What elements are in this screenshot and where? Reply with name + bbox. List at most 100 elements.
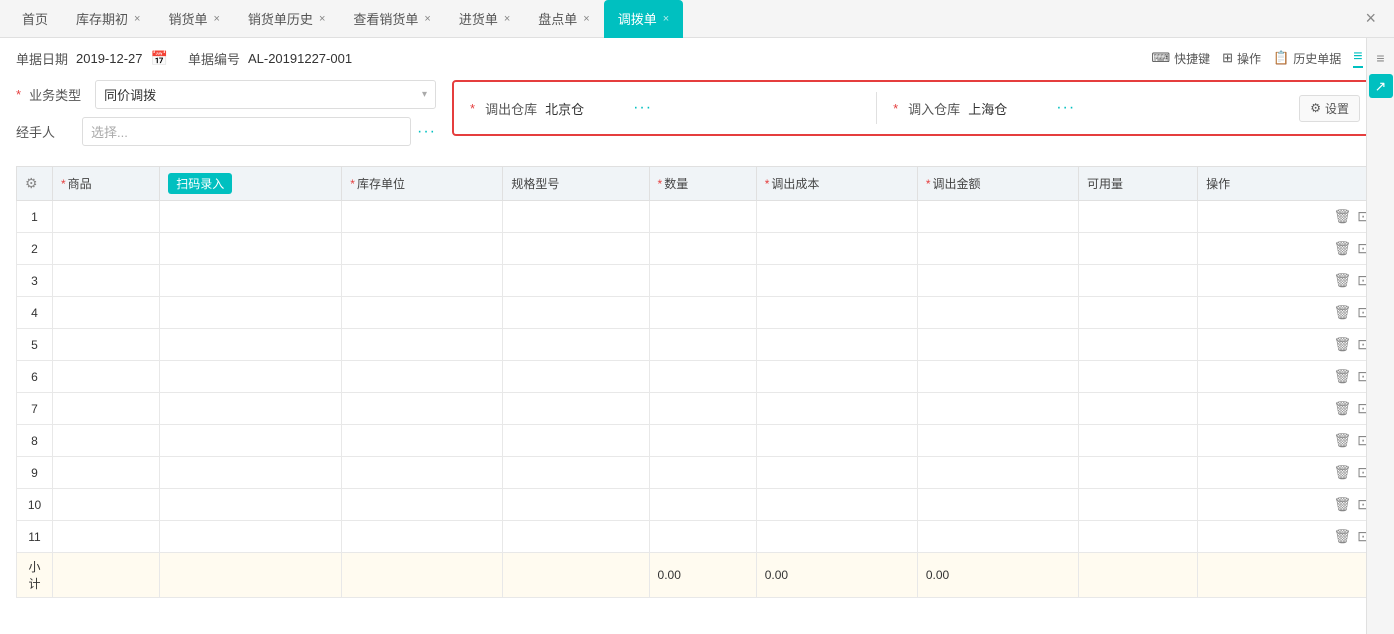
row-unit-11[interactable] (342, 521, 503, 553)
row-unit-9[interactable] (342, 457, 503, 489)
row-cost-5[interactable] (756, 329, 917, 361)
row-cost-8[interactable] (756, 425, 917, 457)
row-spec-3[interactable] (503, 265, 649, 297)
row-qty-3[interactable] (649, 265, 756, 297)
row-unit-6[interactable] (342, 361, 503, 393)
row-cost-6[interactable] (756, 361, 917, 393)
tab-inventory-count[interactable]: 盘点单 × (524, 0, 603, 38)
row-amount-5[interactable] (917, 329, 1078, 361)
row-spec-7[interactable] (503, 393, 649, 425)
row-qty-1[interactable] (649, 201, 756, 233)
row-cost-4[interactable] (756, 297, 917, 329)
row-delete-10[interactable]: 🗑 (1333, 496, 1351, 513)
tab-close-sales-order[interactable]: × (213, 13, 219, 25)
row-amount-8[interactable] (917, 425, 1078, 457)
row-product-8[interactable] (53, 425, 160, 457)
row-cost-10[interactable] (756, 489, 917, 521)
row-delete-11[interactable]: 🗑 (1333, 528, 1351, 545)
row-spec-6[interactable] (503, 361, 649, 393)
in-warehouse-more[interactable]: ··· (1056, 99, 1075, 117)
row-cost-1[interactable] (756, 201, 917, 233)
out-warehouse-more[interactable]: ··· (633, 99, 652, 117)
right-panel-list-button[interactable]: ≡ (1369, 46, 1393, 70)
shortcut-button[interactable]: ⌨ 快捷键 (1151, 50, 1210, 67)
table-gear-icon[interactable]: ⚙ (25, 175, 38, 191)
row-unit-2[interactable] (342, 233, 503, 265)
tab-inventory-init[interactable]: 库存期初 × (62, 0, 154, 38)
row-spec-2[interactable] (503, 233, 649, 265)
row-spec-5[interactable] (503, 329, 649, 361)
row-product-9[interactable] (53, 457, 160, 489)
row-amount-11[interactable] (917, 521, 1078, 553)
tab-sales-history[interactable]: 销货单历史 × (234, 0, 339, 38)
row-amount-10[interactable] (917, 489, 1078, 521)
row-qty-8[interactable] (649, 425, 756, 457)
row-product-11[interactable] (53, 521, 160, 553)
row-amount-4[interactable] (917, 297, 1078, 329)
row-amount-1[interactable] (917, 201, 1078, 233)
row-unit-5[interactable] (342, 329, 503, 361)
row-spec-11[interactable] (503, 521, 649, 553)
row-amount-2[interactable] (917, 233, 1078, 265)
row-product-6[interactable] (53, 361, 160, 393)
row-spec-9[interactable] (503, 457, 649, 489)
row-delete-4[interactable]: 🗑 (1333, 304, 1351, 321)
row-spec-8[interactable] (503, 425, 649, 457)
tab-close-inventory-init[interactable]: × (134, 13, 140, 25)
row-spec-10[interactable] (503, 489, 649, 521)
row-product-4[interactable] (53, 297, 160, 329)
row-product-1[interactable] (53, 201, 160, 233)
row-unit-10[interactable] (342, 489, 503, 521)
row-amount-7[interactable] (917, 393, 1078, 425)
window-close-button[interactable]: × (1355, 8, 1386, 29)
tab-view-sales[interactable]: 查看销货单 × (339, 0, 444, 38)
row-delete-5[interactable]: 🗑 (1333, 336, 1351, 353)
row-product-3[interactable] (53, 265, 160, 297)
row-unit-1[interactable] (342, 201, 503, 233)
row-unit-7[interactable] (342, 393, 503, 425)
tab-close-view-sales[interactable]: × (424, 13, 430, 25)
row-cost-3[interactable] (756, 265, 917, 297)
tab-close-sales-history[interactable]: × (319, 13, 325, 25)
row-product-7[interactable] (53, 393, 160, 425)
handler-more-icon[interactable]: ··· (417, 123, 436, 141)
row-product-5[interactable] (53, 329, 160, 361)
tab-close-transfer[interactable]: × (663, 13, 669, 25)
row-qty-6[interactable] (649, 361, 756, 393)
row-amount-3[interactable] (917, 265, 1078, 297)
row-delete-3[interactable]: 🗑 (1333, 272, 1351, 289)
layout-list-button[interactable]: ≡ (1353, 48, 1362, 68)
scan-entry-button[interactable]: 扫码录入 (168, 173, 232, 194)
row-unit-8[interactable] (342, 425, 503, 457)
row-unit-4[interactable] (342, 297, 503, 329)
business-type-select[interactable]: 同价调拨 ▾ (95, 80, 436, 109)
row-qty-5[interactable] (649, 329, 756, 361)
row-delete-6[interactable]: 🗑 (1333, 368, 1351, 385)
tab-close-inventory-count[interactable]: × (583, 13, 589, 25)
tab-sales-order[interactable]: 销货单 × (154, 0, 233, 38)
row-spec-1[interactable] (503, 201, 649, 233)
row-amount-9[interactable] (917, 457, 1078, 489)
operation-button[interactable]: ⊞ 操作 (1222, 50, 1261, 67)
tab-close-purchase-order[interactable]: × (504, 13, 510, 25)
right-panel-export-button[interactable]: ↗ (1369, 74, 1393, 98)
row-product-10[interactable] (53, 489, 160, 521)
row-qty-10[interactable] (649, 489, 756, 521)
row-amount-6[interactable] (917, 361, 1078, 393)
row-cost-9[interactable] (756, 457, 917, 489)
row-qty-7[interactable] (649, 393, 756, 425)
row-qty-2[interactable] (649, 233, 756, 265)
row-delete-8[interactable]: 🗑 (1333, 432, 1351, 449)
handler-select[interactable]: 选择... (82, 117, 411, 146)
row-spec-4[interactable] (503, 297, 649, 329)
row-delete-1[interactable]: 🗑 (1333, 208, 1351, 225)
row-delete-7[interactable]: 🗑 (1333, 400, 1351, 417)
history-button[interactable]: 📋 历史单据 (1273, 50, 1341, 67)
row-cost-7[interactable] (756, 393, 917, 425)
row-qty-9[interactable] (649, 457, 756, 489)
row-qty-4[interactable] (649, 297, 756, 329)
row-delete-2[interactable]: 🗑 (1333, 240, 1351, 257)
calendar-icon[interactable]: 📅 (151, 50, 168, 67)
tab-transfer[interactable]: 调拨单 × (604, 0, 683, 38)
row-qty-11[interactable] (649, 521, 756, 553)
